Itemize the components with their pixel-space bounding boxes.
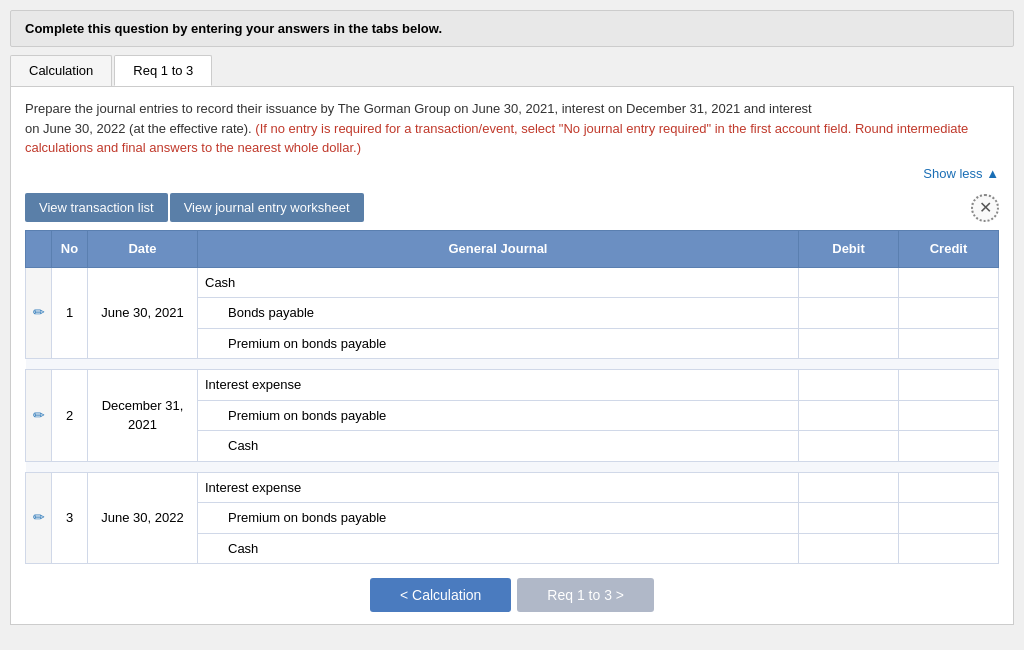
col-debit-header: Debit: [799, 231, 899, 268]
date-cell-1: June 30, 2021: [88, 267, 198, 359]
edit-icon-2[interactable]: ✏: [33, 407, 45, 423]
content-area: Prepare the journal entries to record th…: [10, 86, 1014, 625]
journal-cell-3b[interactable]: Premium on bonds payable: [198, 503, 799, 534]
debit-cell-2b[interactable]: [799, 400, 899, 431]
credit-cell-1b[interactable]: [899, 298, 999, 329]
credit-cell-3b[interactable]: [899, 503, 999, 534]
journal-cell-1b[interactable]: Bonds payable: [198, 298, 799, 329]
spacer-row-2: [26, 461, 999, 472]
description-block: Prepare the journal entries to record th…: [25, 99, 999, 158]
toolbar-row: View transaction list View journal entry…: [25, 193, 999, 222]
toolbar-left: View transaction list View journal entry…: [25, 193, 364, 222]
date-cell-2: December 31, 2021: [88, 370, 198, 462]
credit-cell-1c[interactable]: [899, 328, 999, 359]
credit-cell-2a[interactable]: [899, 370, 999, 401]
credit-cell-1a[interactable]: [899, 267, 999, 298]
description-line2: on June 30, 2022 (at the effective rate)…: [25, 121, 252, 136]
edit-icon-1[interactable]: ✏: [33, 304, 45, 320]
edit-cell-2[interactable]: ✏: [26, 370, 52, 462]
show-less-link[interactable]: Show less ▲: [25, 164, 999, 184]
col-date-header: Date: [88, 231, 198, 268]
circle-x-button[interactable]: ✕: [971, 194, 999, 222]
table-row: ✏ 3 June 30, 2022 Interest expense: [26, 472, 999, 503]
spacer-row-1: [26, 359, 999, 370]
view-transaction-button[interactable]: View transaction list: [25, 193, 168, 222]
debit-cell-1a[interactable]: [799, 267, 899, 298]
col-credit-header: Credit: [899, 231, 999, 268]
credit-cell-3a[interactable]: [899, 472, 999, 503]
journal-cell-1a[interactable]: Cash: [198, 267, 799, 298]
no-cell-1: 1: [52, 267, 88, 359]
x-icon: ✕: [979, 196, 992, 220]
debit-cell-3c[interactable]: [799, 533, 899, 564]
tabs-row: Calculation Req 1 to 3: [10, 55, 1014, 86]
date-cell-3: June 30, 2022: [88, 472, 198, 564]
table-row: ✏ 2 December 31, 2021 Interest expense: [26, 370, 999, 401]
col-journal-header: General Journal: [198, 231, 799, 268]
edit-cell-1[interactable]: ✏: [26, 267, 52, 359]
journal-table: No Date General Journal Debit Credit: [25, 230, 999, 564]
journal-cell-2a[interactable]: Interest expense: [198, 370, 799, 401]
debit-cell-1b[interactable]: [799, 298, 899, 329]
tab-req1to3[interactable]: Req 1 to 3: [114, 55, 212, 86]
description-line1: Prepare the journal entries to record th…: [25, 101, 812, 116]
tab-calculation[interactable]: Calculation: [10, 55, 112, 86]
debit-cell-3b[interactable]: [799, 503, 899, 534]
col-edit-header: [26, 231, 52, 268]
table-row: ✏ 1 June 30, 2021 Cash: [26, 267, 999, 298]
nav-buttons: < Calculation Req 1 to 3 >: [25, 578, 999, 612]
view-journal-button[interactable]: View journal entry worksheet: [170, 193, 364, 222]
debit-cell-2c[interactable]: [799, 431, 899, 462]
instruction-text: Complete this question by entering your …: [25, 21, 442, 36]
edit-cell-3[interactable]: ✏: [26, 472, 52, 564]
journal-cell-3a[interactable]: Interest expense: [198, 472, 799, 503]
credit-cell-2c[interactable]: [899, 431, 999, 462]
prev-button[interactable]: < Calculation: [370, 578, 511, 612]
edit-icon-3[interactable]: ✏: [33, 509, 45, 525]
no-cell-2: 2: [52, 370, 88, 462]
journal-cell-2b[interactable]: Premium on bonds payable: [198, 400, 799, 431]
debit-cell-2a[interactable]: [799, 370, 899, 401]
instruction-bar: Complete this question by entering your …: [10, 10, 1014, 47]
debit-cell-3a[interactable]: [799, 472, 899, 503]
next-button: Req 1 to 3 >: [517, 578, 654, 612]
col-no-header: No: [52, 231, 88, 268]
credit-cell-2b[interactable]: [899, 400, 999, 431]
debit-cell-1c[interactable]: [799, 328, 899, 359]
journal-cell-3c[interactable]: Cash: [198, 533, 799, 564]
no-cell-3: 3: [52, 472, 88, 564]
journal-cell-2c[interactable]: Cash: [198, 431, 799, 462]
credit-cell-3c[interactable]: [899, 533, 999, 564]
journal-cell-1c[interactable]: Premium on bonds payable: [198, 328, 799, 359]
